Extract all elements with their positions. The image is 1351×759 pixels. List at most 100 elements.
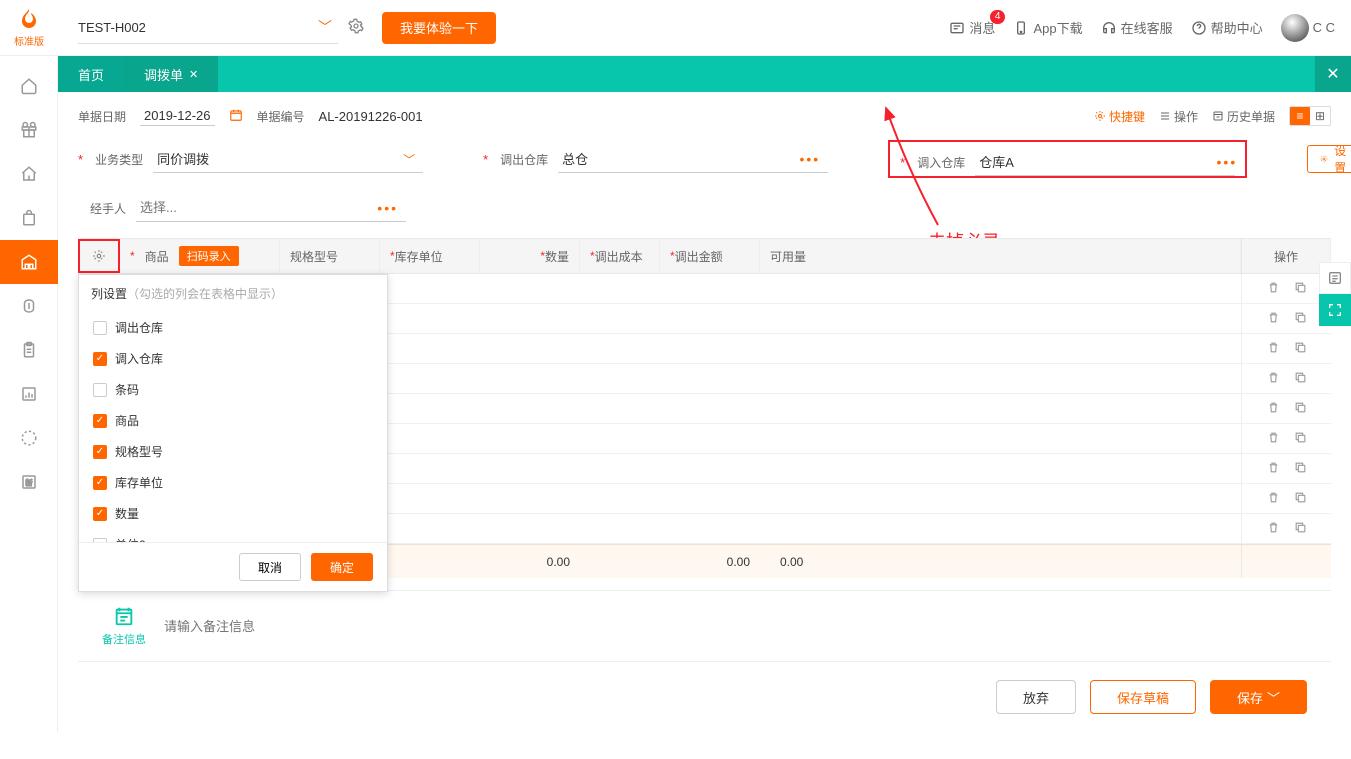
view-list[interactable]: ≡ [1290,107,1310,125]
sidebar-warehouse[interactable] [0,240,58,284]
avatar [1281,14,1309,42]
popup-checkbox-item[interactable]: 单位2 [79,529,387,542]
popup-checkbox-item[interactable]: ✓调入仓库 [79,343,387,374]
shortcut-action[interactable]: 快捷键 [1094,108,1145,125]
delete-icon[interactable] [1267,341,1280,357]
delete-icon[interactable] [1267,431,1280,447]
app-download-link[interactable]: App下载 [1013,18,1082,37]
popup-footer: 取消 确定 [79,542,387,591]
delete-icon[interactable] [1267,281,1280,297]
copy-icon[interactable] [1294,401,1307,417]
settings-button[interactable]: 设置 [1307,145,1351,173]
ok-button[interactable]: 确定 [311,553,373,581]
copy-icon[interactable] [1294,521,1307,537]
copy-icon[interactable] [1294,371,1307,387]
copy-icon[interactable] [1294,461,1307,477]
more-icon[interactable]: ••• [799,151,820,167]
sidebar-report[interactable] [0,372,58,416]
checkbox[interactable]: ✓ [93,414,107,428]
trial-button[interactable]: 我要体验一下 [382,12,496,44]
logo-text: 标准版 [14,33,44,48]
sidebar-home[interactable] [0,64,58,108]
in-warehouse-input[interactable] [975,148,1235,176]
handler-input[interactable] [136,194,406,222]
popup-checkbox-item[interactable]: ✓数量 [79,498,387,529]
tab-transfer[interactable]: 调拨单 ✕ [124,56,218,92]
sidebar-new[interactable]: 新 [0,460,58,504]
popup-title: 列设置（勾选的列会在表格中显示） [79,275,387,312]
date-input[interactable]: 2019-12-26 [140,106,215,126]
column-settings-button[interactable] [78,239,120,273]
more-icon[interactable]: ••• [1217,154,1238,170]
help-link[interactable]: 帮助中心 [1191,18,1263,37]
popup-checkbox-item[interactable]: 条码 [79,374,387,405]
view-grid[interactable]: ⊞ [1310,107,1330,125]
popup-list[interactable]: 调出仓库✓调入仓库条码✓商品✓规格型号✓库存单位✓数量单位2 [79,312,387,542]
checkbox[interactable]: ✓ [93,445,107,459]
discard-button[interactable]: 放弃 [996,680,1076,714]
checkbox[interactable]: ✓ [93,352,107,366]
headset-icon [1101,20,1117,36]
service-label: 在线客服 [1121,18,1173,37]
cancel-button[interactable]: 取消 [239,553,301,581]
notes-tool[interactable] [1319,262,1351,294]
more-icon[interactable]: ••• [377,200,398,216]
checkbox[interactable]: ✓ [93,476,107,490]
scan-button[interactable]: 扫码录入 [179,246,239,266]
history-action[interactable]: 历史单据 [1212,108,1275,125]
user-menu[interactable]: C C [1281,14,1335,42]
gear-icon[interactable] [348,18,364,37]
checkbox[interactable] [93,321,107,335]
checkbox[interactable]: ✓ [93,507,107,521]
field-in-warehouse: * 调入仓库 ••• [888,140,1247,178]
delete-icon[interactable] [1267,461,1280,477]
copy-icon[interactable] [1294,281,1307,297]
field-out-warehouse: * 调出仓库 ••• [483,145,828,173]
delete-icon[interactable] [1267,521,1280,537]
sidebar-money[interactable] [0,284,58,328]
copy-icon[interactable] [1294,311,1307,327]
messages-link[interactable]: 消息 4 [949,18,995,37]
popup-checkbox-item[interactable]: ✓规格型号 [79,436,387,467]
document-header: 单据日期 2019-12-26 单据编号 AL-20191226-001 快捷键 [78,106,1331,126]
delete-icon[interactable] [1267,401,1280,417]
remark-icon: 备注信息 [102,605,146,647]
site-selector[interactable]: TEST-H002 ﹀ [78,12,338,44]
popup-checkbox-item[interactable]: 调出仓库 [79,312,387,343]
remark-input[interactable] [164,619,1307,634]
message-icon [949,20,965,36]
field-biz-type: * 业务类型 ﹀ [78,145,423,173]
svg-text:新: 新 [25,478,32,487]
col-ops: 操作 [1241,239,1331,273]
col-qty: *数量 [480,239,580,273]
copy-icon[interactable] [1294,341,1307,357]
sidebar-house[interactable] [0,152,58,196]
calendar-icon[interactable] [229,108,243,125]
popup-checkbox-item[interactable]: ✓库存单位 [79,467,387,498]
popup-checkbox-item[interactable]: ✓商品 [79,405,387,436]
sidebar-clipboard[interactable] [0,328,58,372]
delete-icon[interactable] [1267,491,1280,507]
tabs-bar: 首页 调拨单 ✕ ✕ [58,56,1351,92]
sidebar-gift[interactable] [0,108,58,152]
ops-action[interactable]: 操作 [1159,108,1198,125]
delete-icon[interactable] [1267,371,1280,387]
tab-home[interactable]: 首页 [58,56,124,92]
biz-type-input[interactable] [153,145,423,173]
user-name: C C [1313,20,1335,35]
fullscreen-tool[interactable] [1319,294,1351,326]
delete-icon[interactable] [1267,311,1280,327]
close-icon[interactable]: ✕ [189,68,198,81]
copy-icon[interactable] [1294,491,1307,507]
save-button[interactable]: 保存 ﹀ [1210,680,1307,714]
sidebar-more[interactable] [0,416,58,460]
save-draft-button[interactable]: 保存草稿 [1090,680,1196,714]
copy-icon[interactable] [1294,431,1307,447]
checkbox[interactable] [93,538,107,543]
tabs-close-button[interactable]: ✕ [1315,56,1351,92]
checkbox[interactable] [93,383,107,397]
service-link[interactable]: 在线客服 [1101,18,1173,37]
out-warehouse-input[interactable] [558,145,828,173]
app-download-label: App下载 [1033,18,1082,37]
sidebar-bag[interactable] [0,196,58,240]
